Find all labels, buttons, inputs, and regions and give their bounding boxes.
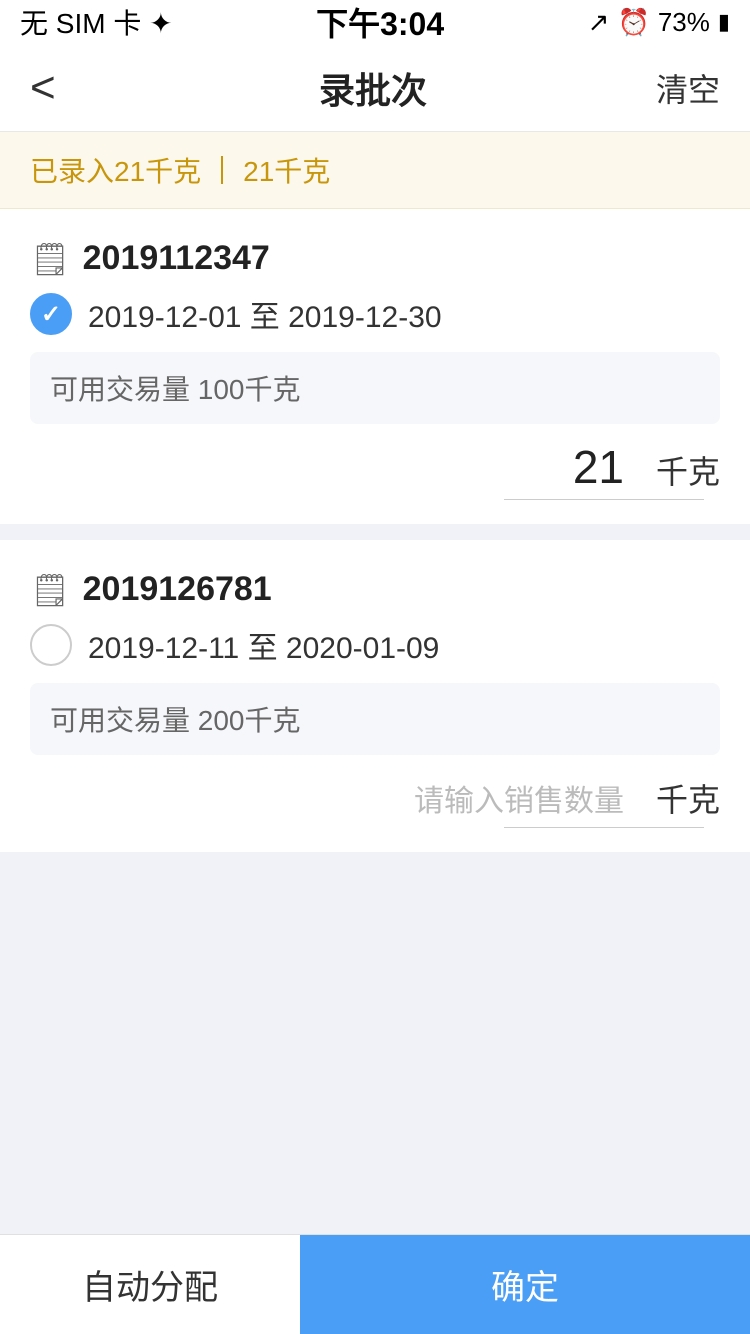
batch-2-input-row[interactable]: 请输入销售数量 千克 [0, 755, 750, 852]
batch-2-input-area[interactable]: 请输入销售数量 千克 [414, 775, 720, 828]
batch-2-number: 2019126781 [83, 570, 272, 609]
batch-1-date-row: 2019-12-01 至 2019-12-30 [30, 292, 720, 336]
batch-2-qty: 可用交易量 200千克 [30, 683, 720, 755]
batch-1-date: 2019-12-01 至 2019-12-30 [88, 292, 442, 336]
nav-bar: < 录批次 清空 [0, 44, 750, 132]
batch-1-qty: 可用交易量 100千克 [30, 352, 720, 424]
confirm-button[interactable]: 确定 [300, 1235, 750, 1334]
batch-1-amount-unit: 千克 [656, 447, 720, 493]
batch-2-input-unit: 千克 [656, 775, 720, 821]
batch-doc-icon: 🗒 [30, 240, 71, 278]
recorded-label: 已录入21千克 [30, 150, 201, 190]
batch-2-date-row: 2019-12-11 至 2020-01-09 [30, 623, 720, 667]
battery-text: 73% [658, 7, 710, 38]
batch-2-underline [504, 827, 704, 828]
clear-button[interactable]: 清空 [656, 65, 720, 111]
batch-1-header: 🗒 2019112347 [30, 239, 720, 278]
batch-item-1: 🗒 2019112347 2019-12-01 至 2019-12-30 可用交… [0, 209, 750, 424]
total-label: 21千克 [243, 150, 330, 190]
batch-1-number: 2019112347 [83, 239, 270, 278]
empty-area [0, 852, 750, 1232]
back-button[interactable]: < [30, 63, 90, 113]
page-title: 录批次 [319, 62, 427, 114]
batch-item-2: 🗒 2019126781 2019-12-11 至 2020-01-09 可用交… [0, 540, 750, 755]
status-signal: 无 SIM 卡 ✦ [20, 2, 173, 42]
banner-divider [221, 156, 223, 184]
batch-2-checkbox[interactable] [30, 624, 72, 666]
info-banner: 已录入21千克 21千克 [0, 132, 750, 209]
batch-1-underline [504, 499, 704, 500]
batch-1-amount-value[interactable]: 21 [573, 444, 624, 490]
batch-1-amount-row: 21 千克 [0, 424, 750, 524]
bottom-bar: 自动分配 确定 [0, 1234, 750, 1334]
status-time: 下午3:04 [316, 0, 444, 45]
batch-2-header: 🗒 2019126781 [30, 570, 720, 609]
batch-2-input-placeholder: 请输入销售数量 [414, 776, 624, 820]
auto-distribute-button[interactable]: 自动分配 [0, 1235, 300, 1334]
batch-1-amount-area: 21 千克 [504, 444, 720, 500]
status-bar: 无 SIM 卡 ✦ 下午3:04 ↗ ⏰ 73% ▮ [0, 0, 750, 44]
section-divider [0, 524, 750, 540]
batch-1-checkbox[interactable] [30, 293, 72, 335]
batch-2-doc-icon: 🗒 [30, 571, 71, 609]
location-icon: ↗ [588, 7, 610, 38]
alarm-icon: ⏰ [617, 7, 649, 38]
status-icons: ↗ ⏰ 73% ▮ [588, 7, 730, 38]
batch-item-2-container: 🗒 2019126781 2019-12-11 至 2020-01-09 可用交… [0, 540, 750, 852]
batch-2-date: 2019-12-11 至 2020-01-09 [88, 623, 439, 667]
battery-icon: ▮ [718, 9, 730, 35]
batch-list: 🗒 2019112347 2019-12-01 至 2019-12-30 可用交… [0, 209, 750, 524]
